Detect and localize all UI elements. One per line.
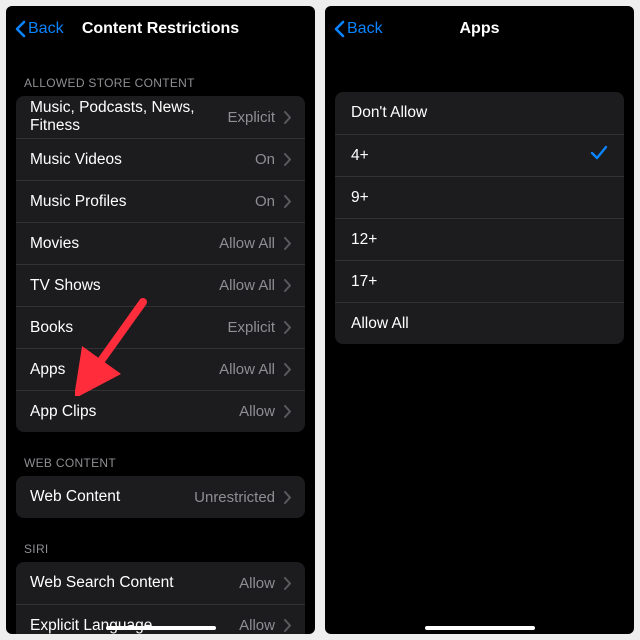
- row-value: Explicit: [227, 109, 275, 126]
- row-value: On: [255, 151, 275, 168]
- section-header: Allowed Store Content: [6, 52, 315, 96]
- row-music-podcasts[interactable]: Music, Podcasts, News, Fitness Explicit: [16, 96, 305, 138]
- row-value: Allow: [239, 403, 275, 420]
- chevron-right-icon: [283, 577, 291, 590]
- row-web-content[interactable]: Web Content Unrestricted: [16, 476, 305, 518]
- row-app-clips[interactable]: App Clips Allow: [16, 390, 305, 432]
- scroll-content-right[interactable]: Don't Allow 4+ 9+ 12+ 17+ Allow All: [325, 52, 634, 634]
- home-indicator[interactable]: [425, 626, 535, 630]
- back-button[interactable]: Back: [14, 20, 64, 38]
- row-label: Music, Podcasts, News, Fitness: [30, 99, 221, 135]
- phone-left: Back Content Restrictions Allowed Store …: [6, 6, 315, 634]
- option-label: 12+: [351, 231, 608, 249]
- page-title: Content Restrictions: [82, 20, 239, 38]
- section-group-siri: Web Search Content Allow Explicit Langua…: [16, 562, 305, 634]
- chevron-right-icon: [283, 405, 291, 418]
- chevron-left-icon: [333, 20, 345, 38]
- scroll-content-left[interactable]: Allowed Store Content Music, Podcasts, N…: [6, 52, 315, 634]
- row-music-profiles[interactable]: Music Profiles On: [16, 180, 305, 222]
- option-label: 4+: [351, 147, 590, 165]
- row-value: Unrestricted: [194, 489, 275, 506]
- row-label: Movies: [30, 235, 213, 253]
- row-music-videos[interactable]: Music Videos On: [16, 138, 305, 180]
- phone-right: Back Apps Don't Allow 4+ 9+ 12+ 17+: [325, 6, 634, 634]
- chevron-right-icon: [283, 363, 291, 376]
- back-button[interactable]: Back: [333, 20, 383, 38]
- home-indicator[interactable]: [106, 626, 216, 630]
- option-17plus[interactable]: 17+: [335, 260, 624, 302]
- nav-header: Back Apps: [325, 6, 634, 52]
- row-label: Apps: [30, 361, 213, 379]
- row-value: Allow All: [219, 277, 275, 294]
- nav-header: Back Content Restrictions: [6, 6, 315, 52]
- section-header: Web Content: [6, 432, 315, 476]
- row-value: Allow: [239, 617, 275, 634]
- row-value: Allow All: [219, 235, 275, 252]
- chevron-right-icon: [283, 619, 291, 632]
- option-label: 17+: [351, 273, 608, 291]
- chevron-right-icon: [283, 195, 291, 208]
- chevron-left-icon: [14, 20, 26, 38]
- checkmark-icon: [590, 145, 608, 166]
- option-dont-allow[interactable]: Don't Allow: [335, 92, 624, 134]
- back-label: Back: [28, 20, 64, 38]
- row-label: Books: [30, 319, 221, 337]
- chevron-right-icon: [283, 111, 291, 124]
- row-label: Music Profiles: [30, 193, 249, 211]
- row-label: App Clips: [30, 403, 233, 421]
- option-label: 9+: [351, 189, 608, 207]
- option-allow-all[interactable]: Allow All: [335, 302, 624, 344]
- row-tv-shows[interactable]: TV Shows Allow All: [16, 264, 305, 306]
- row-value: Allow: [239, 575, 275, 592]
- option-4plus[interactable]: 4+: [335, 134, 624, 176]
- option-12plus[interactable]: 12+: [335, 218, 624, 260]
- row-apps[interactable]: Apps Allow All: [16, 348, 305, 390]
- section-group-web: Web Content Unrestricted: [16, 476, 305, 518]
- back-label: Back: [347, 20, 383, 38]
- page-title: Apps: [460, 20, 500, 38]
- row-value: Allow All: [219, 361, 275, 378]
- section-group-store: Music, Podcasts, News, Fitness Explicit …: [16, 96, 305, 432]
- chevron-right-icon: [283, 237, 291, 250]
- chevron-right-icon: [283, 279, 291, 292]
- row-label: Web Search Content: [30, 574, 233, 592]
- option-label: Don't Allow: [351, 104, 608, 122]
- row-books[interactable]: Books Explicit: [16, 306, 305, 348]
- row-value: Explicit: [227, 319, 275, 336]
- section-header: Siri: [6, 518, 315, 562]
- chevron-right-icon: [283, 321, 291, 334]
- row-label: TV Shows: [30, 277, 213, 295]
- option-9plus[interactable]: 9+: [335, 176, 624, 218]
- row-value: On: [255, 193, 275, 210]
- row-web-search-content[interactable]: Web Search Content Allow: [16, 562, 305, 604]
- option-label: Allow All: [351, 315, 608, 333]
- row-label: Web Content: [30, 488, 188, 506]
- chevron-right-icon: [283, 153, 291, 166]
- options-group: Don't Allow 4+ 9+ 12+ 17+ Allow All: [335, 92, 624, 344]
- chevron-right-icon: [283, 491, 291, 504]
- row-label: Music Videos: [30, 151, 249, 169]
- row-movies[interactable]: Movies Allow All: [16, 222, 305, 264]
